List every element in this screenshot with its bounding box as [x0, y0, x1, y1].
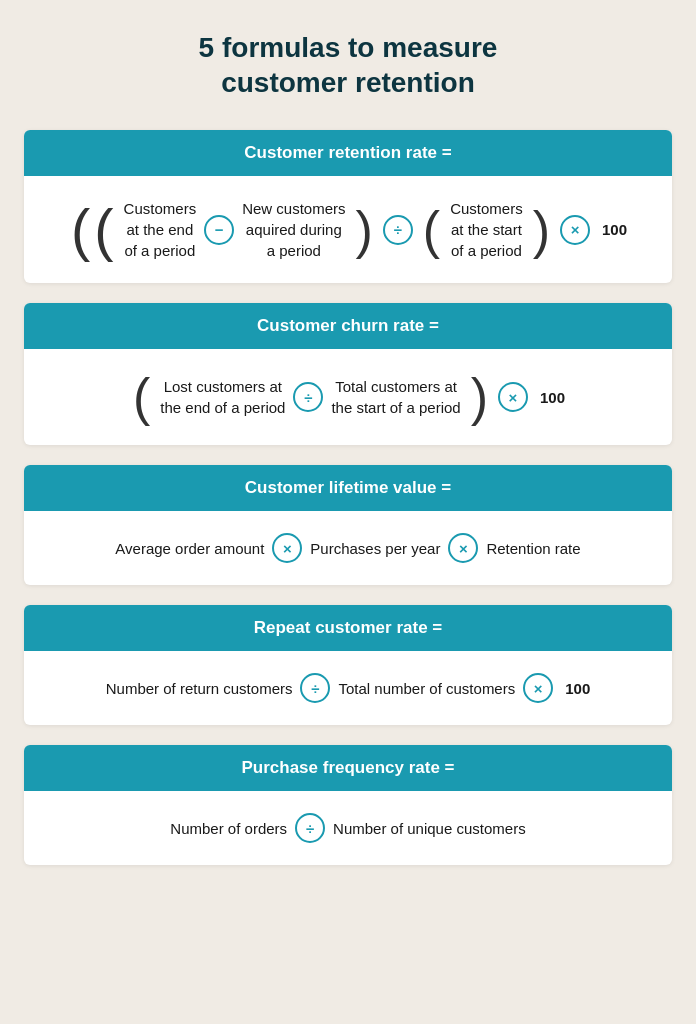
- churn-rate-body: ( Lost customers at the end of a period …: [24, 349, 672, 445]
- lifetime-value-header: Customer lifetime value =: [24, 465, 672, 511]
- lifetime-value-block: Customer lifetime value = Average order …: [24, 465, 672, 585]
- retention-rate-block: Customer retention rate = ( ( Customers …: [24, 130, 672, 283]
- close-paren-2: ): [533, 204, 550, 256]
- frequency-term1: Number of orders: [170, 818, 287, 839]
- repeat-rate-body: Number of return customers ÷ Total numbe…: [24, 651, 672, 725]
- churn-multiply: ×: [498, 382, 528, 412]
- churn-rate-block: Customer churn rate = ( Lost customers a…: [24, 303, 672, 445]
- retention-100: 100: [602, 221, 627, 238]
- retention-term3: Customers at the start of a period: [450, 198, 523, 261]
- frequency-rate-block: Purchase frequency rate = Number of orde…: [24, 745, 672, 865]
- page-title: 5 formulas to measure customer retention: [199, 30, 498, 100]
- retention-op2: ÷: [383, 215, 413, 245]
- frequency-op1: ÷: [295, 813, 325, 843]
- close-paren-1: ): [356, 204, 373, 256]
- repeat-100: 100: [565, 680, 590, 697]
- frequency-rate-header: Purchase frequency rate =: [24, 745, 672, 791]
- double-open-paren: ( (: [69, 201, 116, 259]
- lifetime-op1: ×: [272, 533, 302, 563]
- retention-op1: −: [204, 215, 234, 245]
- churn-100: 100: [540, 389, 565, 406]
- churn-op1: ÷: [293, 382, 323, 412]
- churn-close-paren: ): [471, 371, 488, 423]
- frequency-term2: Number of unique customers: [333, 818, 526, 839]
- lifetime-value-body: Average order amount × Purchases per yea…: [24, 511, 672, 585]
- lifetime-term2: Purchases per year: [310, 538, 440, 559]
- churn-term1: Lost customers at the end of a period: [160, 376, 285, 418]
- frequency-rate-body: Number of orders ÷ Number of unique cust…: [24, 791, 672, 865]
- repeat-rate-header: Repeat customer rate =: [24, 605, 672, 651]
- retention-multiply: ×: [560, 215, 590, 245]
- lifetime-op2: ×: [448, 533, 478, 563]
- churn-rate-header: Customer churn rate =: [24, 303, 672, 349]
- lifetime-term3: Retention rate: [486, 538, 580, 559]
- repeat-op1: ÷: [300, 673, 330, 703]
- repeat-term1: Number of return customers: [106, 678, 293, 699]
- open-paren-2: (: [423, 204, 440, 256]
- churn-term2: Total customers at the start of a period: [331, 376, 460, 418]
- repeat-rate-block: Repeat customer rate = Number of return …: [24, 605, 672, 725]
- retention-rate-body: ( ( Customers at the end of a period − N…: [24, 176, 672, 283]
- retention-term2: New customers aquired during a period: [242, 198, 345, 261]
- repeat-multiply: ×: [523, 673, 553, 703]
- retention-rate-header: Customer retention rate =: [24, 130, 672, 176]
- churn-open-paren: (: [133, 371, 150, 423]
- lifetime-term1: Average order amount: [115, 538, 264, 559]
- repeat-term2: Total number of customers: [338, 678, 515, 699]
- retention-term1: Customers at the end of a period: [124, 198, 197, 261]
